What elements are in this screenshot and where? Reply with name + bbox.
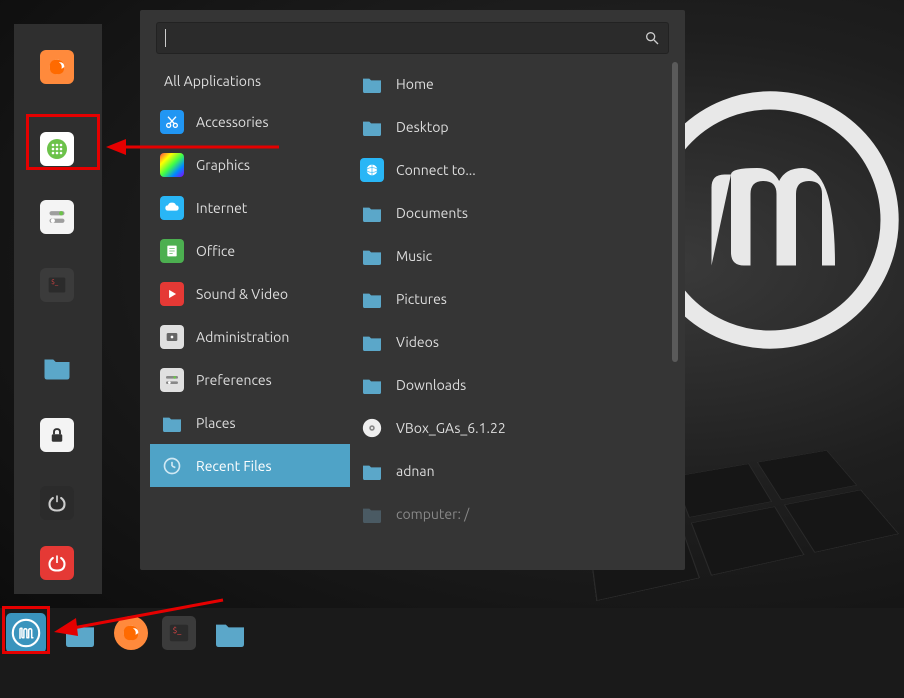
folder-icon: [360, 244, 384, 268]
place-desktop[interactable]: Desktop: [350, 105, 679, 148]
category-label: Recent Files: [196, 458, 272, 474]
lock-icon[interactable]: [40, 418, 74, 452]
place-downloads[interactable]: Downloads: [350, 363, 679, 406]
logout-icon[interactable]: [40, 486, 74, 520]
category-label: Administration: [196, 329, 289, 345]
place-label: Music: [396, 248, 432, 264]
place-label: Home: [396, 76, 434, 92]
folder-icon: [360, 459, 384, 483]
place-computer-root[interactable]: computer: /: [350, 492, 679, 535]
folder-icon: [360, 330, 384, 354]
terminal-icon[interactable]: $_: [40, 268, 74, 302]
place-label: Documents: [396, 205, 468, 221]
svg-text:$_: $_: [51, 278, 59, 286]
folder-icon: [360, 72, 384, 96]
place-vbox-gas[interactable]: VBox_GAs_6.1.22: [350, 406, 679, 449]
place-home[interactable]: Home: [350, 62, 679, 105]
scrollbar[interactable]: [672, 62, 678, 562]
folder-icon: [360, 502, 384, 526]
office-icon: [160, 239, 184, 263]
connect-icon: [360, 158, 384, 182]
place-label: adnan: [396, 463, 435, 479]
firefox-icon[interactable]: [40, 50, 74, 84]
place-label: Desktop: [396, 119, 449, 135]
category-label: Accessories: [196, 114, 269, 130]
category-all[interactable]: All Applications: [150, 62, 350, 100]
place-documents[interactable]: Documents: [350, 191, 679, 234]
category-label: All Applications: [164, 73, 261, 89]
power-icon[interactable]: [40, 546, 74, 580]
search-input[interactable]: [166, 31, 644, 46]
folder-icon: [360, 373, 384, 397]
settings-icon[interactable]: [40, 200, 74, 234]
place-music[interactable]: Music: [350, 234, 679, 277]
place-label: Downloads: [396, 377, 466, 393]
category-preferences[interactable]: Preferences: [150, 358, 350, 401]
place-connect-to[interactable]: Connect to...: [350, 148, 679, 191]
place-label: Pictures: [396, 291, 447, 307]
folder-icon: [360, 201, 384, 225]
place-label: Connect to...: [396, 162, 476, 178]
category-recent-files[interactable]: Recent Files: [150, 444, 350, 487]
cloud-icon: [160, 196, 184, 220]
disc-icon: [360, 416, 384, 440]
application-menu: All Applications Accessories Graphics In…: [140, 10, 685, 570]
category-label: Sound & Video: [196, 286, 288, 302]
category-sound-video[interactable]: Sound & Video: [150, 272, 350, 315]
folder-icon: [160, 411, 184, 435]
category-label: Preferences: [196, 372, 272, 388]
category-internet[interactable]: Internet: [150, 186, 350, 229]
place-adnan[interactable]: adnan: [350, 449, 679, 492]
category-office[interactable]: Office: [150, 229, 350, 272]
scissors-icon: [160, 110, 184, 134]
search-icon: [644, 30, 660, 46]
place-pictures[interactable]: Pictures: [350, 277, 679, 320]
places-column: Home Desktop Connect to... Documents Mus…: [350, 62, 679, 562]
admin-icon: [160, 325, 184, 349]
place-label: computer: /: [396, 506, 469, 522]
files-icon[interactable]: [40, 350, 74, 384]
search-field[interactable]: [156, 22, 669, 54]
play-icon: [160, 282, 184, 306]
folder-icon: [360, 115, 384, 139]
highlight-apps-icon: [26, 114, 100, 170]
place-label: VBox_GAs_6.1.22: [396, 420, 506, 436]
category-administration[interactable]: Administration: [150, 315, 350, 358]
place-label: Videos: [396, 334, 439, 350]
arrow-to-apps-icon: [104, 132, 284, 162]
prefs-icon: [160, 368, 184, 392]
highlight-menu-button: [2, 606, 50, 654]
menu-sidebar: $_: [14, 24, 102, 594]
category-places[interactable]: Places: [150, 401, 350, 444]
arrow-to-menu-button: [48, 590, 228, 640]
category-label: Office: [196, 243, 235, 259]
place-videos[interactable]: Videos: [350, 320, 679, 363]
category-label: Internet: [196, 200, 247, 216]
scrollbar-thumb[interactable]: [672, 62, 678, 362]
category-label: Places: [196, 415, 236, 431]
recent-icon: [160, 454, 184, 478]
folder-icon: [360, 287, 384, 311]
